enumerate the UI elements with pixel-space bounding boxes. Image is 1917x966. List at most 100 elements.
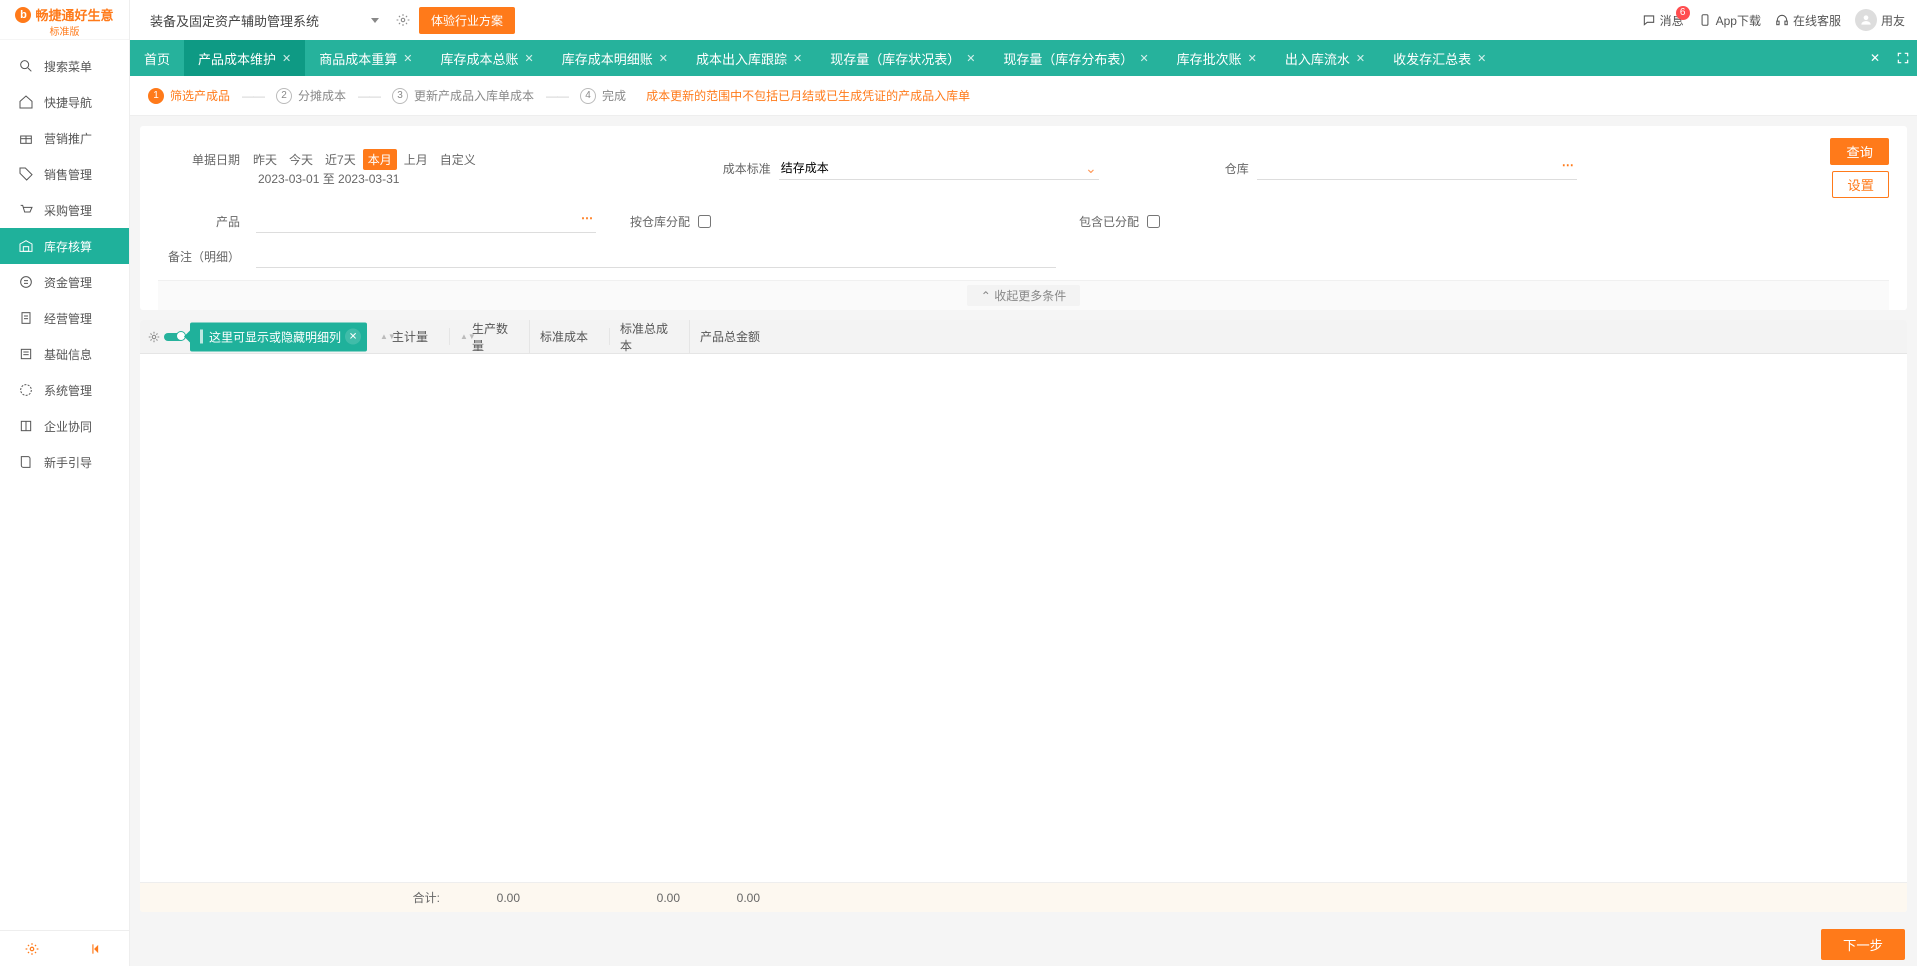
tab-batch-ledger[interactable]: 库存批次账 ✕	[1163, 40, 1271, 76]
nav-collab[interactable]: 企业协同	[0, 408, 129, 444]
th-std-cost[interactable]: 标准成本	[530, 328, 610, 345]
clipboard-icon	[18, 310, 34, 326]
tooltip-text: 这里可显示或隐藏明细列	[209, 328, 341, 345]
service-link[interactable]: 在线客服	[1775, 12, 1841, 29]
sidebar-collapse-button[interactable]	[65, 931, 130, 966]
nav-marketing[interactable]: 营销推广	[0, 120, 129, 156]
date-opt-yesterday[interactable]: 昨天	[248, 149, 282, 170]
nav-operations[interactable]: 经营管理	[0, 300, 129, 336]
tab-stock-dist[interactable]: 现存量（库存分布表） ✕	[989, 40, 1162, 76]
tab-close-icon[interactable]: ✕	[793, 52, 802, 65]
table-body	[140, 354, 1907, 882]
nav-system[interactable]: 系统管理	[0, 372, 129, 408]
collapse-label: 收起更多条件	[994, 289, 1066, 303]
nav-label: 销售管理	[44, 166, 92, 183]
tab-goods-cost-recalc[interactable]: 商品成本重算✕	[305, 40, 426, 76]
ellipsis-icon[interactable]: ⋯	[581, 211, 594, 225]
cta-button[interactable]: 体验行业方案	[419, 7, 515, 34]
th-product-total[interactable]: 产品总金额	[690, 328, 1907, 345]
nav-funds[interactable]: 资金管理	[0, 264, 129, 300]
warehouse-input[interactable]	[1257, 157, 1577, 180]
tab-home[interactable]: 首页	[130, 40, 184, 76]
date-opt-7days[interactable]: 近7天	[320, 149, 361, 170]
tab-close-icon[interactable]: ✕	[1477, 52, 1486, 65]
nav-label: 快捷导航	[44, 94, 92, 111]
collapse-toggle[interactable]: ⌃ 收起更多条件	[158, 280, 1889, 310]
th-label: 生产数量	[472, 320, 519, 354]
date-opt-today[interactable]: 今天	[284, 149, 318, 170]
step-arrow-icon: ——	[242, 89, 264, 103]
tab-close-icon[interactable]: ✕	[1248, 52, 1257, 65]
system-selector[interactable]: 装备及固定资产辅助管理系统	[142, 7, 387, 34]
cost-std-select[interactable]	[779, 157, 1099, 180]
tab-strip: 首页 产品成本维护✕ 商品成本重算✕ 库存成本总账 ✕ 库存成本明细账 ✕ 成本出入…	[130, 40, 1917, 76]
nav-quicknav[interactable]: 快捷导航	[0, 84, 129, 120]
product-input[interactable]	[256, 210, 596, 233]
sort-icon: ▲▼	[380, 335, 388, 339]
nav-sales[interactable]: 销售管理	[0, 156, 129, 192]
tab-stock-status[interactable]: 现存量（库存状况表） ✕	[816, 40, 989, 76]
tab-label: 现存量（库存分布表）	[1003, 49, 1133, 68]
list-icon	[18, 346, 34, 362]
nav-search[interactable]: 搜索菜单	[0, 48, 129, 84]
tab-close-icon[interactable]: ✕	[282, 52, 291, 65]
ellipsis-icon[interactable]: ⋯	[1562, 158, 1575, 172]
user-menu[interactable]: 用友	[1855, 9, 1905, 31]
tabs-close-all[interactable]: ✕	[1861, 40, 1889, 76]
tab-close-icon[interactable]: ✕	[1356, 52, 1365, 65]
th-prod-qty[interactable]: ▲▼生产数量	[450, 320, 530, 354]
brand-icon: b	[15, 7, 31, 23]
app-label: App下载	[1716, 12, 1761, 29]
nav-label: 资金管理	[44, 274, 92, 291]
tab-close-icon[interactable]: ✕	[659, 52, 668, 65]
tab-cost-inout-track[interactable]: 成本出入库跟踪✕	[682, 40, 816, 76]
nav-purchase[interactable]: 采购管理	[0, 192, 129, 228]
include-allocated-label: 包含已分配	[1079, 213, 1147, 230]
by-warehouse-checkbox[interactable]	[698, 215, 711, 228]
th-std-total-cost[interactable]: 标准总成本	[610, 320, 690, 354]
nav-inventory-cost[interactable]: 库存核算	[0, 228, 129, 264]
tab-label: 库存成本明细账	[562, 49, 653, 68]
avatar-icon	[1855, 9, 1877, 31]
date-opt-lastmonth[interactable]: 上月	[399, 149, 433, 170]
remark-input[interactable]	[256, 245, 1056, 268]
share-icon	[18, 418, 34, 434]
tab-close-icon[interactable]: ✕	[966, 52, 975, 65]
footer-value: 0.00	[610, 891, 690, 905]
messages-link[interactable]: 消息 6	[1642, 12, 1684, 29]
nav-label: 采购管理	[44, 202, 92, 219]
tab-label: 现存量（库存状况表）	[830, 49, 960, 68]
tab-close-icon[interactable]: ✕	[525, 52, 534, 65]
query-button[interactable]: 查询	[1830, 138, 1889, 165]
tab-inout-flow[interactable]: 出入库流水✕	[1271, 40, 1379, 76]
date-opt-thismonth[interactable]: 本月	[363, 149, 397, 170]
nav-basicinfo[interactable]: 基础信息	[0, 336, 129, 372]
settings-button[interactable]: 设置	[1832, 171, 1889, 198]
date-opt-custom[interactable]: 自定义	[435, 149, 481, 170]
tab-label: 库存批次账	[1177, 49, 1242, 68]
tab-close-icon[interactable]: ✕	[403, 52, 412, 65]
tab-inv-cost-ledger[interactable]: 库存成本总账 ✕	[426, 40, 547, 76]
include-allocated-checkbox[interactable]	[1147, 215, 1160, 228]
warehouse-icon	[18, 238, 34, 254]
tab-close-icon[interactable]: ✕	[1139, 52, 1148, 65]
app-download-link[interactable]: App下载	[1698, 12, 1761, 29]
book-icon	[18, 454, 34, 470]
th-main-unit[interactable]: ▲▼主计量	[370, 328, 450, 345]
tab-inv-cost-detail[interactable]: 库存成本明细账 ✕	[548, 40, 682, 76]
column-settings-toggle[interactable]	[140, 330, 190, 344]
step-label: 更新产成品入库单成本	[414, 87, 534, 104]
tabs-fullscreen[interactable]	[1889, 40, 1917, 76]
tooltip-close-icon[interactable]: ✕	[345, 329, 361, 345]
tab-label: 库存成本总账	[440, 49, 518, 68]
caret-down-icon[interactable]: ⌄	[1085, 160, 1097, 177]
tab-product-cost[interactable]: 产品成本维护✕	[184, 40, 305, 76]
step-arrow-icon: ——	[546, 89, 568, 103]
nav-guide[interactable]: 新手引导	[0, 444, 129, 480]
tab-receive-issue-summary[interactable]: 收发存汇总表✕	[1379, 40, 1500, 76]
sidebar-settings-button[interactable]	[0, 931, 65, 966]
system-settings-icon[interactable]	[395, 12, 411, 28]
footer-label: 合计:	[370, 889, 450, 906]
next-button[interactable]: 下一步	[1821, 929, 1905, 960]
data-table: 这里可显示或隐藏明细列 ✕ ▲▼主计量 ▲▼生产数量 标准成本 标准总成本 产品…	[140, 320, 1907, 912]
